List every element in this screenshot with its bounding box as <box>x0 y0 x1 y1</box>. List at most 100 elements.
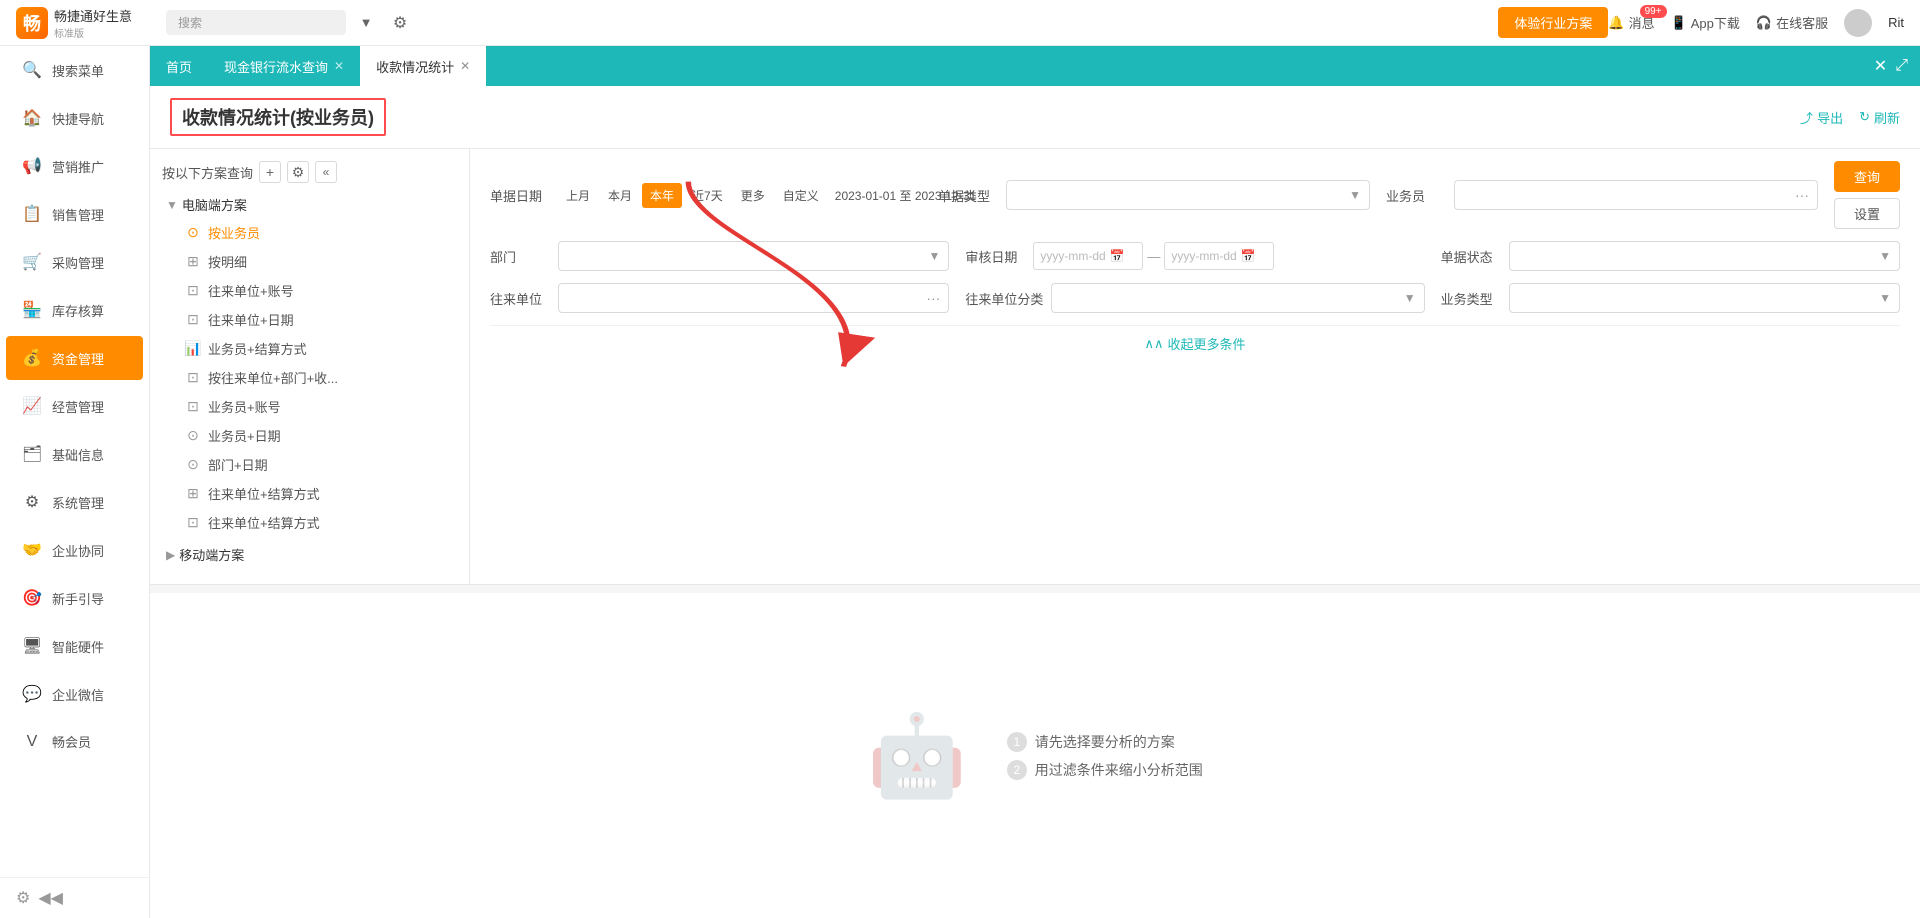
scheme-item-icon-unit-settle2: ⊡ <box>184 514 202 531</box>
date-tab-this-year[interactable]: 本年 <box>642 183 682 208</box>
sidebar-item-hardware[interactable]: 🖥 智能硬件 <box>6 624 143 668</box>
date-tab-this-month[interactable]: 本月 <box>600 183 640 208</box>
doctype-label: 单据类型 <box>938 186 998 205</box>
dots-icon2[interactable]: ··· <box>926 290 940 306</box>
calendar2-icon: 📅 <box>1241 249 1256 263</box>
empty-state: 🤖 1 请先选择要分析的方案 2 用过滤条件来缩小分析范围 <box>150 593 1920 918</box>
sidebar-item-system[interactable]: ⚙ 系统管理 <box>6 480 143 524</box>
filter-field-fromunit-type: 往来单位分类 ▼ <box>965 283 1424 313</box>
user-avatar[interactable] <box>1844 9 1872 37</box>
doctype-dropdown[interactable]: ▼ <box>1006 180 1370 210</box>
sidebar-item-operations[interactable]: 📈 经营管理 <box>6 384 143 428</box>
sidebar: 🔍 搜索菜单 🏠 快捷导航 📢 营销推广 📋 销售管理 🛒 采购管理 🏪 库存核… <box>0 46 150 918</box>
sidebar-item-label: 库存核算 <box>52 301 104 320</box>
biztype-label: 业务类型 <box>1441 289 1501 308</box>
sidebar-item-basic-info[interactable]: 🗂 基础信息 <box>6 432 143 476</box>
tab-cashflow[interactable]: 现金银行流水查询 ✕ <box>208 46 360 86</box>
tab-home-label: 首页 <box>166 57 192 76</box>
refresh-button[interactable]: ↻ 刷新 <box>1859 108 1900 127</box>
scheme-item-icon-unit-date: ⊡ <box>184 311 202 328</box>
vip-icon: V <box>22 733 42 751</box>
sidebar-item-marketing[interactable]: 📢 营销推广 <box>6 144 143 188</box>
export-button[interactable]: ⤴ 导出 <box>1800 108 1843 127</box>
app-download-item[interactable]: 📱 App下载 <box>1671 13 1740 32</box>
scheme-item-salesperson-settlement[interactable]: 📊 业务员+结算方式 <box>178 334 457 363</box>
empty-step1: 1 请先选择要分析的方案 <box>1007 732 1203 752</box>
sidebar-item-guide[interactable]: 🎯 新手引导 <box>6 576 143 620</box>
header-dropdown-icon[interactable]: ▼ <box>354 11 378 35</box>
query-button[interactable]: 查询 <box>1834 161 1900 192</box>
scheme-item-icon-dept-date: ⊙ <box>184 456 202 473</box>
date-tab-last-month[interactable]: 上月 <box>558 183 598 208</box>
tab-receipts[interactable]: 收款情况统计 ✕ <box>360 46 486 86</box>
scheme-item-unit-dept-collect[interactable]: ⊡ 按往来单位+部门+收... <box>178 363 457 392</box>
sidebar-item-enterprise[interactable]: 🤝 企业协同 <box>6 528 143 572</box>
online-service-label: 在线客服 <box>1776 13 1828 32</box>
scheme-item-by-salesperson[interactable]: ⊙ 按业务员 <box>178 218 457 247</box>
tab-home[interactable]: 首页 <box>150 46 208 86</box>
reviewdate-input-pair: yyyy-mm-dd 📅 — yyyy-mm-dd 📅 <box>1033 242 1274 270</box>
sidebar-item-inventory[interactable]: 🏪 库存核算 <box>6 288 143 332</box>
fromunit-input[interactable]: ··· <box>558 283 949 313</box>
reviewdate-from[interactable]: yyyy-mm-dd 📅 <box>1033 242 1143 270</box>
chevron-down-icon: ▼ <box>1349 188 1361 202</box>
scheme-item-by-detail[interactable]: ⊞ 按明细 <box>178 247 457 276</box>
header-gear-icon[interactable]: ⚙ <box>386 9 414 37</box>
scheme-collapse-btn[interactable]: « <box>315 161 337 183</box>
empty-step1-num: 1 <box>1007 732 1027 752</box>
scheme-settings-btn[interactable]: ⚙ <box>287 161 309 183</box>
trial-button[interactable]: 体验行业方案 <box>1498 7 1608 38</box>
filter-field-date: 单据日期 上月 本月 本年 近7天 更多 自定义 2023-01-01 至 20… <box>490 183 922 208</box>
dots-icon[interactable]: ··· <box>1795 187 1809 203</box>
online-service-item[interactable]: 🎧 在线客服 <box>1756 13 1828 32</box>
scheme-item-icon-salesperson: ⊙ <box>184 224 202 241</box>
docstatus-dropdown[interactable]: ▼ <box>1509 241 1900 271</box>
scheme-group-mobile-title[interactable]: ▶ 移动端方案 <box>162 541 457 568</box>
dept-dropdown[interactable]: ▼ <box>558 241 949 271</box>
tab-receipts-close[interactable]: ✕ <box>460 59 470 73</box>
chevron-right-icon: ▶ <box>166 548 175 562</box>
date-tab-more[interactable]: 更多 <box>733 183 773 208</box>
scheme-add-btn[interactable]: + <box>259 161 281 183</box>
scheme-item-unit-date[interactable]: ⊡ 往来单位+日期 <box>178 305 457 334</box>
messages-item[interactable]: 🔔 消息 99+ <box>1608 13 1654 32</box>
tab-cashflow-close[interactable]: ✕ <box>334 59 344 73</box>
header-search[interactable]: 搜索 <box>166 10 346 35</box>
sidebar-item-finance[interactable]: 💰 资金管理 <box>6 336 143 380</box>
scheme-item-unit-settlement1[interactable]: ⊞ 往来单位+结算方式 <box>178 479 457 508</box>
scheme-item-unit-account[interactable]: ⊡ 往来单位+账号 <box>178 276 457 305</box>
sidebar-item-search[interactable]: 🔍 搜索菜单 <box>6 48 143 92</box>
tab-close-all-icon[interactable]: ✕ <box>1874 56 1887 76</box>
scheme-item-dept-date[interactable]: ⊙ 部门+日期 <box>178 450 457 479</box>
salesperson-input[interactable]: ··· <box>1454 180 1818 210</box>
sidebar-item-label: 新手引导 <box>52 589 104 608</box>
scheme-item-unit-settlement2[interactable]: ⊡ 往来单位+结算方式 <box>178 508 457 537</box>
empty-step1-text: 请先选择要分析的方案 <box>1035 732 1175 752</box>
scheme-item-sp-account[interactable]: ⊡ 业务员+账号 <box>178 392 457 421</box>
sidebar-item-member[interactable]: V 畅会员 <box>6 720 143 763</box>
scheme-item-sp-date[interactable]: ⊙ 业务员+日期 <box>178 421 457 450</box>
reviewdate-to[interactable]: yyyy-mm-dd 📅 <box>1164 242 1274 270</box>
settings-button[interactable]: 设置 <box>1834 198 1900 229</box>
fromunit-type-dropdown[interactable]: ▼ <box>1051 283 1424 313</box>
scheme-item-icon-detail: ⊞ <box>184 253 202 270</box>
collapse-row[interactable]: ∧∧ 收起更多条件 <box>490 325 1900 361</box>
sidebar-item-wechat[interactable]: 💬 企业微信 <box>6 672 143 716</box>
sidebar-item-purchase[interactable]: 🛒 采购管理 <box>6 240 143 284</box>
settings-bottom-icon[interactable]: ⚙ <box>16 888 30 908</box>
tab-maximize-icon[interactable]: ⤢ <box>1895 57 1908 75</box>
refresh-icon: ↻ <box>1859 109 1870 125</box>
date-tab-7days[interactable]: 近7天 <box>684 183 731 208</box>
collapse-sidebar-icon[interactable]: ◀◀ <box>38 888 63 908</box>
sidebar-item-sales[interactable]: 📋 销售管理 <box>6 192 143 236</box>
empty-text-list: 1 请先选择要分析的方案 2 用过滤条件来缩小分析范围 <box>1007 732 1203 780</box>
chart-icon: 📈 <box>22 396 42 416</box>
biztype-dropdown[interactable]: ▼ <box>1509 283 1900 313</box>
sidebar-item-quicknav[interactable]: 🏠 快捷导航 <box>6 96 143 140</box>
logo-area: 畅 畅捷通好生意 标准版 <box>16 6 166 40</box>
scheme-group-desktop-title[interactable]: ▼ 电脑端方案 <box>162 191 457 218</box>
app-download-label: App下载 <box>1691 13 1740 32</box>
date-tab-custom[interactable]: 自定义 <box>775 183 827 208</box>
chevron-down-icon: ▼ <box>928 249 940 263</box>
sidebar-item-label: 企业协同 <box>52 541 104 560</box>
